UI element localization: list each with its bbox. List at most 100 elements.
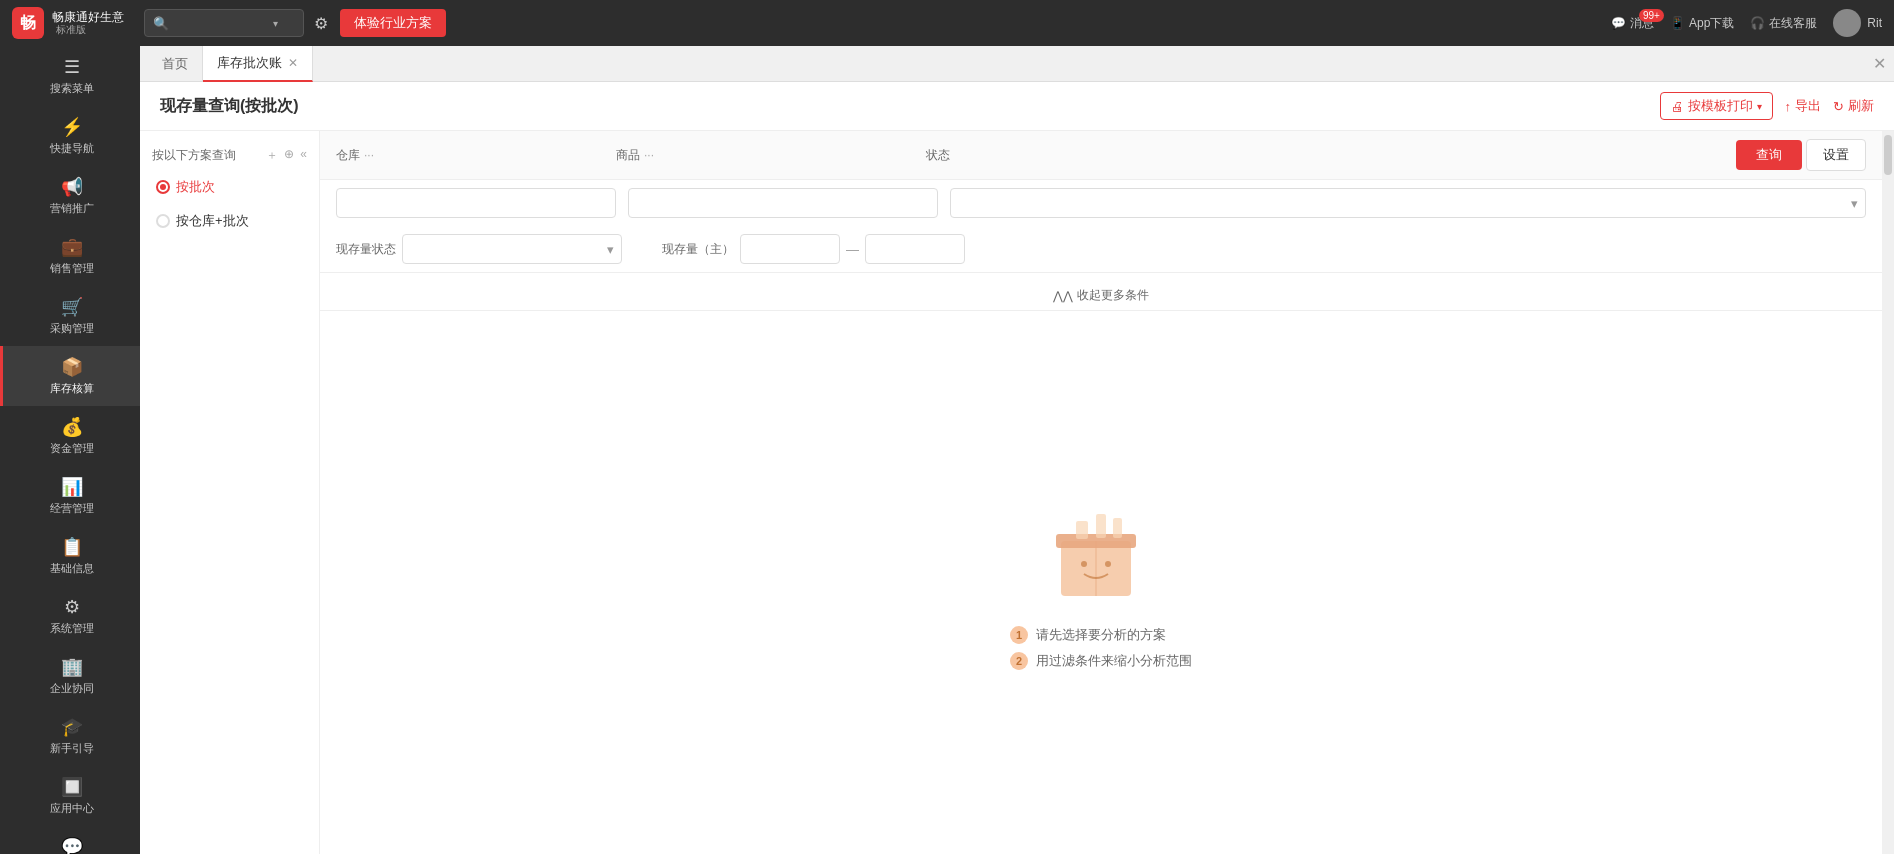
empty-step-1: 1 请先选择要分析的方案 <box>1010 626 1166 644</box>
refresh-btn[interactable]: ↻ 刷新 <box>1833 97 1874 115</box>
col-status: 状态 查询 设置 <box>926 139 1866 171</box>
tab-home[interactable]: 首页 <box>148 46 203 82</box>
inventory-qty-min[interactable] <box>740 234 840 264</box>
messages-btn[interactable]: 💬 消息 99+ <box>1611 15 1654 32</box>
sidebar-item-newbie[interactable]: 🎓 新手引导 <box>0 706 140 766</box>
sidebar-item-enterprise-wechat[interactable]: 💬 企业微信 <box>0 826 140 854</box>
sidebar-item-sales[interactable]: 💼 销售管理 <box>0 226 140 286</box>
svg-point-4 <box>1105 561 1111 567</box>
radio-by-batch[interactable] <box>156 180 170 194</box>
sidebar-item-app-center[interactable]: 🔲 应用中心 <box>0 766 140 826</box>
right-scrollbar[interactable] <box>1882 131 1894 854</box>
topbar: 畅 畅康通好生意 标准版 🔍 ▾ ⚙ 体验行业方案 💬 消息 99+ 📱 App… <box>0 0 1894 46</box>
status-select[interactable] <box>950 188 1866 218</box>
product-dots-btn[interactable]: ··· <box>644 148 654 162</box>
search-dropdown-arrow[interactable]: ▾ <box>273 18 278 29</box>
enterprise-icon: 🏢 <box>61 656 83 678</box>
sidebar-item-inventory[interactable]: 📦 库存核算 <box>0 346 140 406</box>
collapse-row: ⋀⋀ 收起更多条件 <box>320 273 1882 311</box>
product-input[interactable] <box>628 188 938 218</box>
empty-steps: 1 请先选择要分析的方案 2 用过滤条件来缩小分析范围 <box>1010 626 1192 670</box>
sidebar-item-basic[interactable]: 📋 基础信息 <box>0 526 140 586</box>
add-scheme-icon[interactable]: ＋ <box>266 147 278 164</box>
enterprise-wechat-icon: 💬 <box>61 836 83 854</box>
left-panel-item-by-warehouse-batch[interactable]: 按仓库+批次 <box>140 204 319 238</box>
svg-rect-6 <box>1096 514 1106 538</box>
user-area[interactable]: Rit <box>1833 9 1882 37</box>
basic-icon: 📋 <box>61 536 83 558</box>
svg-point-3 <box>1081 561 1087 567</box>
username: Rit <box>1867 16 1882 30</box>
empty-step-2: 2 用过滤条件来缩小分析范围 <box>1010 652 1192 670</box>
svg-rect-5 <box>1076 521 1088 539</box>
main-layout: ☰ 搜索菜单 ⚡ 快捷导航 📢 营销推广 💼 销售管理 🛒 采购管理 📦 库存核… <box>0 46 1894 854</box>
settings-btn[interactable]: 设置 <box>1806 139 1866 171</box>
inventory-icon: 📦 <box>61 356 83 378</box>
refresh-icon: ↻ <box>1833 99 1844 114</box>
left-panel: 按以下方案查询 ＋ ⊕ « 按批次 按仓库+批次 <box>140 131 320 854</box>
system-icon: ⚙ <box>64 596 80 618</box>
quick-nav-icon: ⚡ <box>61 116 83 138</box>
app-name: 畅康通好生意 <box>52 10 124 24</box>
warehouse-dots-btn[interactable]: ··· <box>364 148 374 162</box>
phone-icon: 📱 <box>1670 16 1685 30</box>
radio-by-warehouse-batch[interactable] <box>156 214 170 228</box>
empty-state: 1 请先选择要分析的方案 2 用过滤条件来缩小分析范围 <box>320 311 1882 854</box>
content-area: 首页 库存批次账 ✕ ✕ 现存量查询(按批次) 🖨 按模板打印 ▾ ↑ 导出 <box>140 46 1894 854</box>
sidebar-item-quick-nav[interactable]: ⚡ 快捷导航 <box>0 106 140 166</box>
sidebar-item-finance[interactable]: 💰 资金管理 <box>0 406 140 466</box>
online-service-btn[interactable]: 🎧 在线客服 <box>1750 15 1817 32</box>
template-print-dropdown[interactable]: ▾ <box>1757 101 1762 112</box>
sidebar-item-enterprise[interactable]: 🏢 企业协同 <box>0 646 140 706</box>
page-header-actions: 🖨 按模板打印 ▾ ↑ 导出 ↻ 刷新 <box>1660 92 1875 120</box>
avatar <box>1833 9 1861 37</box>
svg-rect-7 <box>1113 518 1122 538</box>
inventory-status-select[interactable] <box>402 234 622 264</box>
collapse-btn[interactable]: ⋀⋀ 收起更多条件 <box>320 287 1882 304</box>
filter-table-header: 仓库 ··· 商品 ··· 状态 查询 设置 <box>320 131 1882 180</box>
warehouse-input-wrapper <box>336 188 616 218</box>
headset-icon: 🎧 <box>1750 16 1765 30</box>
left-panel-header: 按以下方案查询 ＋ ⊕ « <box>140 141 319 170</box>
sidebar-item-system[interactable]: ⚙ 系统管理 <box>0 586 140 646</box>
sidebar-item-search-menu[interactable]: ☰ 搜索菜单 <box>0 46 140 106</box>
export-btn[interactable]: ↑ 导出 <box>1785 97 1822 115</box>
tab-inventory-batch[interactable]: 库存批次账 ✕ <box>203 46 313 82</box>
collapse-panel-icon[interactable]: « <box>300 147 307 164</box>
search-menu-icon: ☰ <box>64 56 80 78</box>
topbar-settings-icon[interactable]: ⚙ <box>314 14 328 33</box>
purchase-icon: 🛒 <box>61 296 83 318</box>
inventory-qty-filter: 现存量（主） — <box>662 234 965 264</box>
main-content: 仓库 ··· 商品 ··· 状态 查询 设置 <box>320 131 1882 854</box>
tab-close-btn[interactable]: ✕ <box>288 56 298 70</box>
product-input-wrapper <box>628 188 938 218</box>
trial-btn[interactable]: 体验行业方案 <box>340 9 446 37</box>
inventory-status-filter: 现存量状态 <box>336 234 622 264</box>
settings-scheme-icon[interactable]: ⊕ <box>284 147 294 164</box>
app-download-btn[interactable]: 📱 App下载 <box>1670 15 1734 32</box>
search-box[interactable]: 🔍 ▾ <box>144 9 304 37</box>
query-btn[interactable]: 查询 <box>1736 140 1802 170</box>
sidebar-item-purchase[interactable]: 🛒 采购管理 <box>0 286 140 346</box>
sidebar-item-operations[interactable]: 📊 经营管理 <box>0 466 140 526</box>
marketing-icon: 📢 <box>61 176 83 198</box>
filter-row-2: 现存量状态 现存量（主） — <box>320 226 1882 273</box>
topbar-search-area: 🔍 ▾ ⚙ 体验行业方案 <box>144 9 1611 37</box>
sidebar-item-marketing[interactable]: 📢 营销推广 <box>0 166 140 226</box>
newbie-icon: 🎓 <box>61 716 83 738</box>
operations-icon: 📊 <box>61 476 83 498</box>
tab-panel-close-icon[interactable]: ✕ <box>1873 54 1886 73</box>
scroll-thumb[interactable] <box>1884 135 1892 175</box>
template-print-btn[interactable]: 🖨 按模板打印 ▾ <box>1660 92 1773 120</box>
app-logo[interactable]: 畅 <box>12 7 44 39</box>
message-icon: 💬 <box>1611 16 1626 30</box>
left-panel-item-by-batch[interactable]: 按批次 <box>140 170 319 204</box>
finance-icon: 💰 <box>61 416 83 438</box>
search-icon: 🔍 <box>153 16 169 31</box>
col-product: 商品 ··· <box>616 147 926 164</box>
app-center-icon: 🔲 <box>61 776 83 798</box>
col-warehouse: 仓库 ··· <box>336 147 616 164</box>
inventory-qty-max[interactable] <box>865 234 965 264</box>
search-input[interactable] <box>169 16 269 30</box>
warehouse-input[interactable] <box>336 188 616 218</box>
